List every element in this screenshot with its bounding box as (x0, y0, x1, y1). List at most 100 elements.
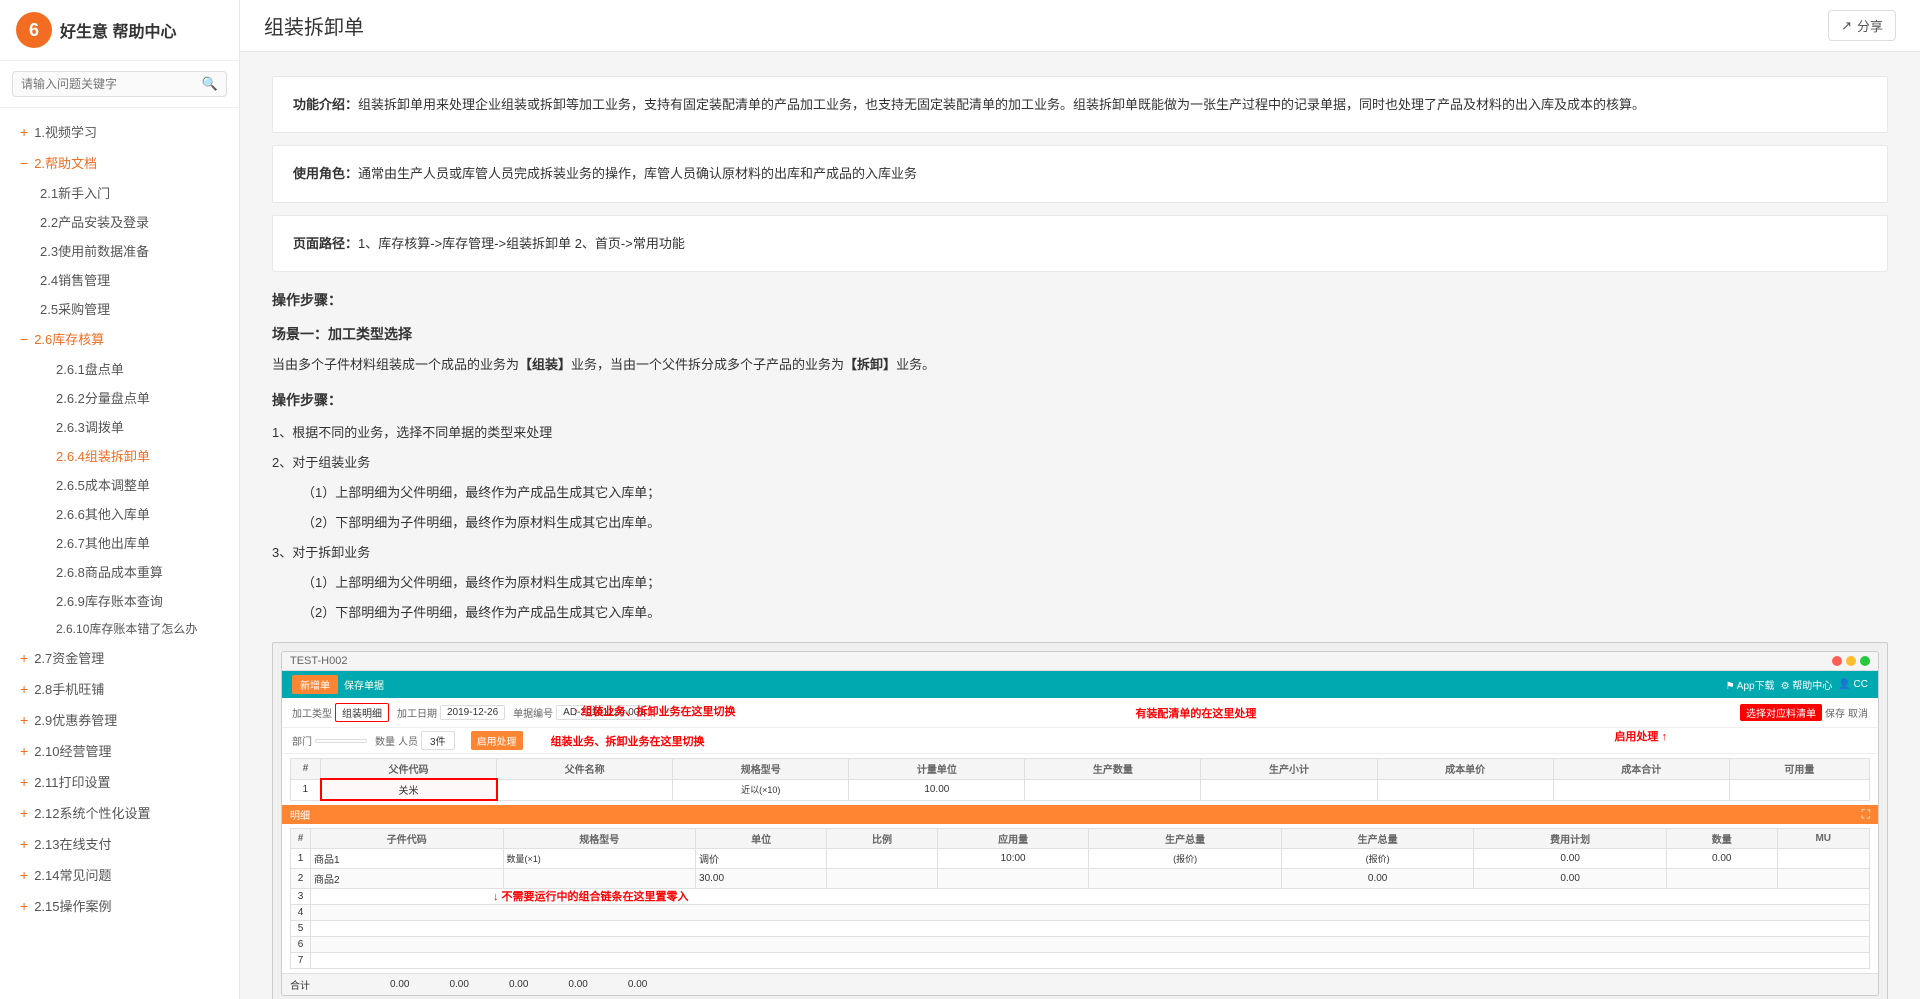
share-icon: ↗ (1841, 18, 1852, 34)
page-title: 组装拆卸单 (264, 11, 364, 40)
footer-val1: 0.00 (390, 979, 409, 990)
mock-field-count-val[interactable]: 3件 (421, 731, 455, 750)
sidebar-sub-label: 2.3使用前数据准备 (40, 244, 149, 259)
mock-tab-save[interactable]: 保存单据 (344, 677, 384, 692)
mock-top-table-wrap: # 父件代码 父件名称 规格型号 计量单位 生产数量 生产小计 成本单价 成本合… (282, 754, 1878, 805)
sidebar-item-docs-265[interactable]: 2.6.5成本调整单 (0, 470, 239, 499)
sidebar-item-label: 1.视频学习 (34, 122, 97, 141)
sidebar-item-docs-266[interactable]: 2.6.6其他入库单 (0, 499, 239, 528)
footer-label: 合计 (290, 977, 310, 992)
sidebar-item-docs-211[interactable]: + 2.11打印设置 (0, 766, 239, 797)
scenario1-heading: 场景一：加工类型选择 (272, 324, 1888, 344)
expand-icon: + (20, 805, 28, 821)
sidebar-item-docs-261[interactable]: 2.6.1盘点单 (0, 354, 239, 383)
mock-field-count: 数量 人员 3件 (375, 731, 455, 750)
sidebar-item-docs-267[interactable]: 2.6.7其他出库单 (0, 528, 239, 557)
sidebar-item-docs-268[interactable]: 2.6.8商品成本重算 (0, 557, 239, 586)
sidebar-item-docs-24[interactable]: 2.4销售管理 (0, 265, 239, 294)
mock-section-label: 明细 (290, 807, 310, 822)
sidebar-item-docs-210[interactable]: + 2.10经营管理 (0, 735, 239, 766)
sidebar-item-docs-29[interactable]: + 2.9优惠券管理 (0, 704, 239, 735)
sidebar-item-docs-25[interactable]: 2.5采购管理 (0, 294, 239, 323)
share-label: 分享 (1857, 16, 1883, 35)
mock-btn-save[interactable]: 保存 (1825, 705, 1845, 720)
sidebar-item-label: 2.帮助文档 (34, 153, 97, 172)
sidebar-item-label: 2.9优惠券管理 (34, 710, 117, 729)
expand-icon: + (20, 743, 28, 759)
search-icon[interactable]: 🔍 (202, 76, 218, 92)
intro-text: 组装拆卸单用来处理企业组装或拆卸等加工业务，支持有固定装配清单的产品加工业务，也… (358, 97, 1645, 112)
sidebar-sub-label: 2.1新手入门 (40, 186, 110, 201)
field-type-val[interactable]: 组装明细 (335, 703, 389, 722)
sidebar-item-docs-28[interactable]: + 2.8手机旺铺 (0, 673, 239, 704)
scenario1-desc: 当由多个子件材料组装成一个成品的业务为【组装】业务，当由一个父件拆分成多个子产品… (272, 352, 1888, 378)
sidebar-item-docs-21[interactable]: 2.1新手入门 (0, 178, 239, 207)
step3-sub2: （2）下部明细为子件明细，最终作为产成品生成其它入库单。 (272, 600, 1888, 626)
sidebar-item-docs-214[interactable]: + 2.14常见问题 (0, 859, 239, 890)
mock-footer: 合计 0.00 0.00 0.00 0.00 0.00 (282, 973, 1878, 995)
ops-heading: 操作步骤： (272, 290, 1888, 310)
sidebar-item-label: 2.13在线支付 (34, 834, 111, 853)
mock-field-date: 加工日期 2019-12-26 (397, 705, 505, 720)
sidebar-sub-label: 2.2产品安装及登录 (40, 215, 149, 230)
mock-btn-select[interactable]: 选择对应料清单 (1740, 704, 1822, 721)
role-block: 使用角色：通常由生产人员或库管人员完成拆装业务的操作，库管人员确认原材料的出库和… (272, 145, 1888, 202)
share-button[interactable]: ↗ 分享 (1828, 10, 1896, 41)
sidebar-item-label: 2.11打印设置 (34, 772, 110, 791)
sidebar-item-docs[interactable]: − 2.帮助文档 (0, 147, 239, 178)
sidebar-item-docs-23[interactable]: 2.3使用前数据准备 (0, 236, 239, 265)
field-bill-val[interactable]: AD-20191226-001 (556, 705, 652, 720)
expand-icon: + (20, 898, 28, 914)
content-area: 功能介绍：组装拆卸单用来处理企业组装或拆卸等加工业务，支持有固定装配清单的产品加… (240, 52, 1920, 999)
mock-field-bill: 单据编号 AD-20191226-001 (513, 705, 652, 720)
sidebar-item-docs-26[interactable]: − 2.6库存核算 (0, 323, 239, 354)
sidebar-item-docs-212[interactable]: + 2.12系统个性化设置 (0, 797, 239, 828)
sidebar-item-label: 2.15操作案例 (34, 896, 111, 915)
sidebar-item-docs-263[interactable]: 2.6.3调拨单 (0, 412, 239, 441)
search-input-wrap[interactable]: 🔍 (12, 71, 227, 97)
role-label: 使用角色： (293, 166, 358, 181)
collapse-icon: − (20, 331, 28, 347)
ops-steps-heading: 操作步骤： (272, 390, 1888, 410)
sidebar-item-docs-269[interactable]: 2.6.9库存账本查询 (0, 586, 239, 615)
footer-val5: 0.00 (628, 979, 647, 990)
mock-btn-enable[interactable]: 启用处理 (471, 731, 523, 750)
field-bill-label: 单据编号 (513, 705, 553, 720)
search-input[interactable] (21, 77, 202, 91)
sidebar-item-docs-213[interactable]: + 2.13在线支付 (0, 828, 239, 859)
sidebar-item-docs-27[interactable]: + 2.7资金管理 (0, 642, 239, 673)
sidebar-item-docs-262[interactable]: 2.6.2分量盘点单 (0, 383, 239, 412)
expand-icon: + (20, 774, 28, 790)
nav-list: + 1.视频学习 − 2.帮助文档 2.1新手入门 2.2产品安装及登录 2.3… (0, 108, 239, 999)
expand-icon: + (20, 836, 28, 852)
mock-btn-cancel[interactable]: 取消 (1848, 705, 1868, 720)
sidebar-item-label: 2.10经营管理 (34, 741, 111, 760)
mock-field-dept-val[interactable] (315, 739, 367, 743)
mock-section-expand[interactable]: ⛶ (1862, 807, 1870, 822)
main-panel: 组装拆卸单 ↗ 分享 功能介绍：组装拆卸单用来处理企业组装或拆卸等加工业务，支持… (240, 0, 1920, 999)
mock-tab-new[interactable]: 新增单 (292, 675, 338, 694)
top-bar: 组装拆卸单 ↗ 分享 (240, 0, 1920, 52)
sidebar-item-docs-215[interactable]: + 2.15操作案例 (0, 890, 239, 921)
sidebar-item-docs-2610[interactable]: 2.6.10库存账本错了怎么办 (0, 615, 239, 642)
footer-val3: 0.00 (509, 979, 528, 990)
step3-sub1: （1）上部明细为父件明细，最终作为原材料生成其它出库单； (272, 570, 1888, 596)
field-type-label: 加工类型 (292, 705, 332, 720)
field-date-val[interactable]: 2019-12-26 (440, 705, 505, 720)
footer-val4: 0.00 (568, 979, 587, 990)
screenshot-mockup: TEST-H002 新增单 保存单据 ⚑ App下载 ⚙ 帮助中心 (272, 642, 1888, 999)
sidebar-header: 6 好生意 帮助中心 (0, 0, 239, 61)
logo-icon: 6 (16, 12, 52, 48)
mock-bottom-table-wrap: # 子件代码 规格型号 单位 比例 应用量 生产总量 生产总量 费用计划 数 (282, 824, 1878, 973)
sidebar-item-docs-264[interactable]: 2.6.4组装拆卸单 (0, 441, 239, 470)
mock-table-bottom: # 子件代码 规格型号 单位 比例 应用量 生产总量 生产总量 费用计划 数 (290, 828, 1870, 969)
footer-val2: 0.00 (449, 979, 468, 990)
collapse-icon: − (20, 155, 28, 171)
path-text: 1、库存核算->库存管理->组装拆卸单 2、首页->常用功能 (358, 236, 685, 251)
sidebar-item-label: 2.6库存核算 (34, 329, 104, 348)
sidebar-item-docs-22[interactable]: 2.2产品安装及登录 (0, 207, 239, 236)
step1: 1、根据不同的业务，选择不同单据的类型来处理 (272, 420, 1888, 446)
sidebar: 6 好生意 帮助中心 🔍 + 1.视频学习 − 2.帮助文档 2.1新手入门 2… (0, 0, 240, 999)
expand-icon: + (20, 867, 28, 883)
sidebar-item-video[interactable]: + 1.视频学习 (0, 116, 239, 147)
